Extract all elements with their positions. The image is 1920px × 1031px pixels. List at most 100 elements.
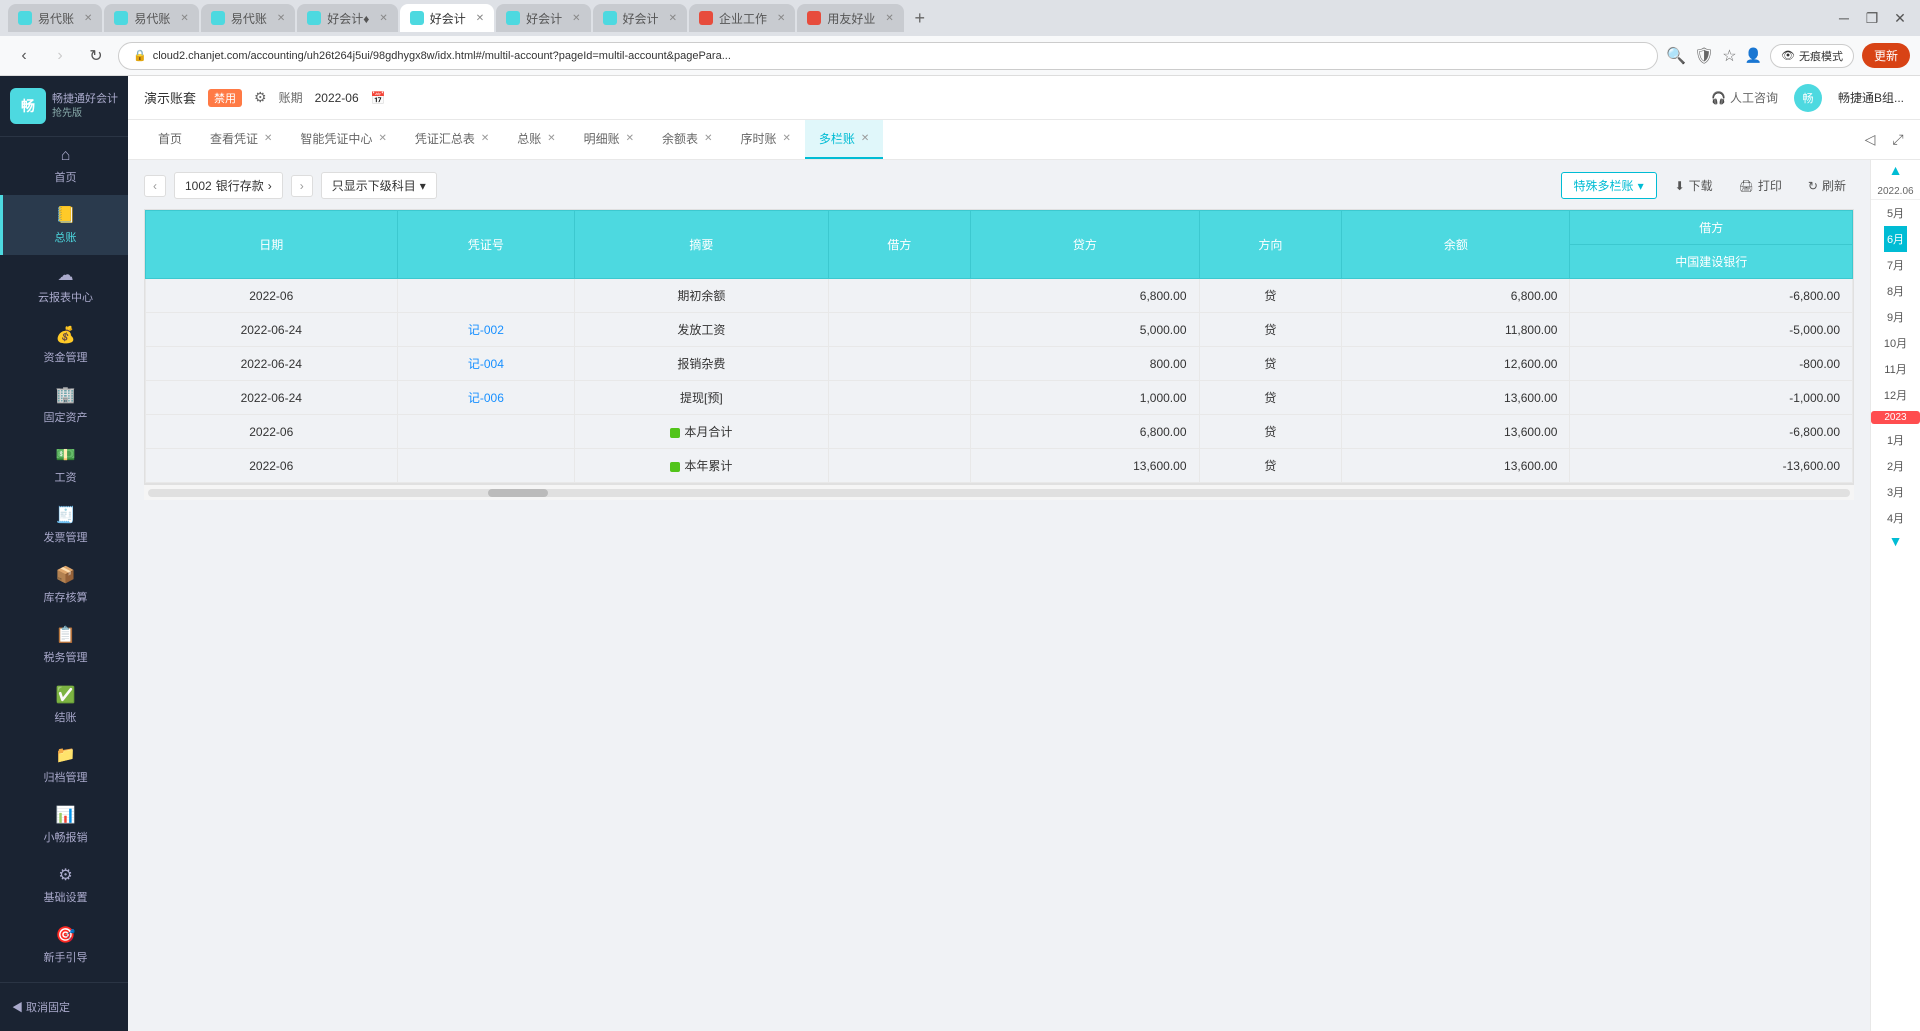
cal-year-2023-badge[interactable]: 2023: [1871, 411, 1920, 424]
cal-month[interactable]: 8月: [1884, 278, 1907, 304]
sidebar-item-tax[interactable]: 📋 税务管理: [0, 615, 128, 675]
sidebar-item-member[interactable]: 👑 畅会员: [0, 975, 128, 982]
tab-close-smart-voucher[interactable]: ✕: [378, 133, 386, 144]
next-account-button[interactable]: ›: [291, 175, 313, 197]
settings-gear-icon[interactable]: ⚙: [254, 89, 267, 106]
calendar-up-button[interactable]: ▲: [1886, 160, 1906, 180]
tab-close-3[interactable]: ✕: [277, 13, 285, 24]
tab-smart-voucher[interactable]: 智能凭证中心 ✕: [286, 120, 400, 159]
tab-close-general-ledger[interactable]: ✕: [547, 133, 555, 144]
tab-enterprise[interactable]: 企业工作 ✕: [689, 4, 795, 32]
sidebar-item-fixed-assets[interactable]: 🏢 固定资产: [0, 375, 128, 435]
sub-account-filter[interactable]: 只显示下级科目 ▾: [321, 172, 437, 199]
download-button[interactable]: ⬇ 下载: [1667, 173, 1721, 198]
tab-voucher-summary[interactable]: 凭证汇总表 ✕: [401, 120, 503, 159]
profile-icon[interactable]: 👤: [1745, 47, 1762, 64]
tab-view-voucher[interactable]: 查看凭证 ✕: [196, 120, 286, 159]
tab-haohuiji-3[interactable]: 好会计 ✕: [593, 4, 687, 32]
print-button[interactable]: 🖨 打印: [1731, 173, 1790, 198]
tab-yidaizhang-1[interactable]: 易代账 ✕: [8, 4, 102, 32]
tab-yonyou[interactable]: 用友好业 ✕: [797, 4, 903, 32]
horizontal-scrollbar[interactable]: [144, 484, 1854, 500]
cell-direction: 贷: [1199, 313, 1342, 347]
tab-close-2[interactable]: ✕: [180, 13, 188, 24]
url-bar[interactable]: 🔒 cloud2.chanjet.com/accounting/uh26t264…: [118, 42, 1658, 70]
cal-month[interactable]: 6月: [1884, 226, 1907, 252]
star-icon[interactable]: ☆: [1722, 46, 1736, 66]
sidebar-item-guide[interactable]: 🎯 新手引导: [0, 915, 128, 975]
tab-close-voucher-summary[interactable]: ✕: [481, 133, 489, 144]
sidebar-item-archive[interactable]: 📁 归档管理: [0, 735, 128, 795]
cal-month[interactable]: 11月: [1884, 356, 1907, 382]
account-selector[interactable]: 1002 银行存款 ›: [174, 172, 283, 199]
tab-home[interactable]: 首页: [144, 120, 196, 159]
sidebar-item-close[interactable]: ✅ 结账: [0, 675, 128, 735]
new-tab-button[interactable]: +: [906, 4, 934, 32]
cal-month-2023[interactable]: 2月: [1887, 453, 1904, 479]
tab-close-4[interactable]: ✕: [379, 13, 387, 24]
unpin-button[interactable]: ◀ 取消固定: [6, 993, 122, 1021]
update-button[interactable]: 更新: [1862, 43, 1910, 68]
minimize-button[interactable]: ─: [1832, 6, 1856, 30]
tab-yidaizhang-2[interactable]: 易代账 ✕: [104, 4, 198, 32]
calendar-icon[interactable]: 📅: [371, 91, 386, 105]
cell-voucher[interactable]: 记-006: [397, 381, 575, 415]
sidebar-item-home[interactable]: ⌂ 首页: [0, 137, 128, 195]
refresh-button[interactable]: ↻ 刷新: [1800, 173, 1854, 198]
tab-close-balance-table[interactable]: ✕: [704, 133, 712, 144]
tab-yidaizhang-3[interactable]: 易代账 ✕: [201, 4, 295, 32]
sidebar-item-invoice[interactable]: 🧾 发票管理: [0, 495, 128, 555]
prev-account-button[interactable]: ‹: [144, 175, 166, 197]
search-icon[interactable]: 🔍: [1666, 46, 1686, 66]
sidebar-item-ledger[interactable]: 📒 总账: [0, 195, 128, 255]
tab-haohuiji-2[interactable]: 好会计 ✕: [496, 4, 590, 32]
tab-close-8[interactable]: ✕: [777, 13, 785, 24]
cal-month[interactable]: 7月: [1884, 252, 1907, 278]
sidebar-item-settings[interactable]: ⚙ 基础设置: [0, 855, 128, 915]
forward-button[interactable]: ›: [46, 42, 74, 70]
restore-button[interactable]: ❐: [1860, 6, 1884, 30]
sidebar-item-cloud-report[interactable]: ☁ 云报表中心: [0, 255, 128, 315]
tab-haohuiji-active[interactable]: 好会计 ✕: [400, 4, 494, 32]
tab-detail-ledger[interactable]: 明细账 ✕: [570, 120, 648, 159]
tab-close-view-voucher[interactable]: ✕: [264, 133, 272, 144]
tab-close-9[interactable]: ✕: [885, 13, 893, 24]
shield-icon: 🛡: [1694, 46, 1714, 66]
back-button[interactable]: ‹: [10, 42, 38, 70]
tab-balance-table[interactable]: 余额表 ✕: [648, 120, 726, 159]
tab-close-7[interactable]: ✕: [669, 13, 677, 24]
tab-icon-5: [410, 11, 424, 25]
sidebar-item-salary[interactable]: 💵 工资: [0, 435, 128, 495]
cal-month[interactable]: 5月: [1884, 200, 1907, 226]
tab-close-detail-ledger[interactable]: ✕: [626, 133, 634, 144]
tab-multi-col-ledger[interactable]: 多栏账 ✕: [805, 120, 883, 159]
sidebar-item-inventory[interactable]: 📦 库存核算: [0, 555, 128, 615]
expand-icon[interactable]: ⤢: [1884, 126, 1912, 154]
cal-month[interactable]: 9月: [1884, 304, 1907, 330]
close-window-button[interactable]: ✕: [1888, 6, 1912, 30]
multi-col-button[interactable]: 特殊多栏账 ▾: [1561, 172, 1657, 199]
cal-month-2023[interactable]: 3月: [1887, 479, 1904, 505]
cal-month[interactable]: 12月: [1884, 382, 1907, 408]
tab-haohuiji-1[interactable]: 好会计♦ ✕: [297, 4, 398, 32]
no-trace-button[interactable]: 👁 无痕模式: [1770, 44, 1854, 68]
sidebar-item-expense[interactable]: 📊 小畅报销: [0, 795, 128, 855]
tab-close-multi-col-ledger[interactable]: ✕: [861, 133, 869, 144]
cal-month-2023[interactable]: 1月: [1887, 427, 1904, 453]
cal-month[interactable]: 10月: [1884, 330, 1907, 356]
cal-month-2023[interactable]: 4月: [1887, 505, 1904, 531]
tab-close-6[interactable]: ✕: [572, 13, 580, 24]
tab-general-ledger[interactable]: 总账 ✕: [503, 120, 569, 159]
consult-button[interactable]: 🎧 人工咨询: [1711, 89, 1778, 106]
tab-close-1[interactable]: ✕: [84, 13, 92, 24]
cell-voucher[interactable]: 记-004: [397, 347, 575, 381]
sidebar-item-fund[interactable]: 💰 资金管理: [0, 315, 128, 375]
refresh-button[interactable]: ↻: [82, 42, 110, 70]
cell-voucher[interactable]: 记-002: [397, 313, 575, 347]
tab-icon-7: [603, 11, 617, 25]
tab-close-sequence-ledger[interactable]: ✕: [782, 133, 790, 144]
calendar-down-button[interactable]: ▼: [1886, 531, 1906, 551]
tab-close-5[interactable]: ✕: [476, 13, 484, 24]
tab-sequence-ledger[interactable]: 序时账 ✕: [726, 120, 804, 159]
collapse-icon[interactable]: ◁: [1856, 126, 1884, 154]
